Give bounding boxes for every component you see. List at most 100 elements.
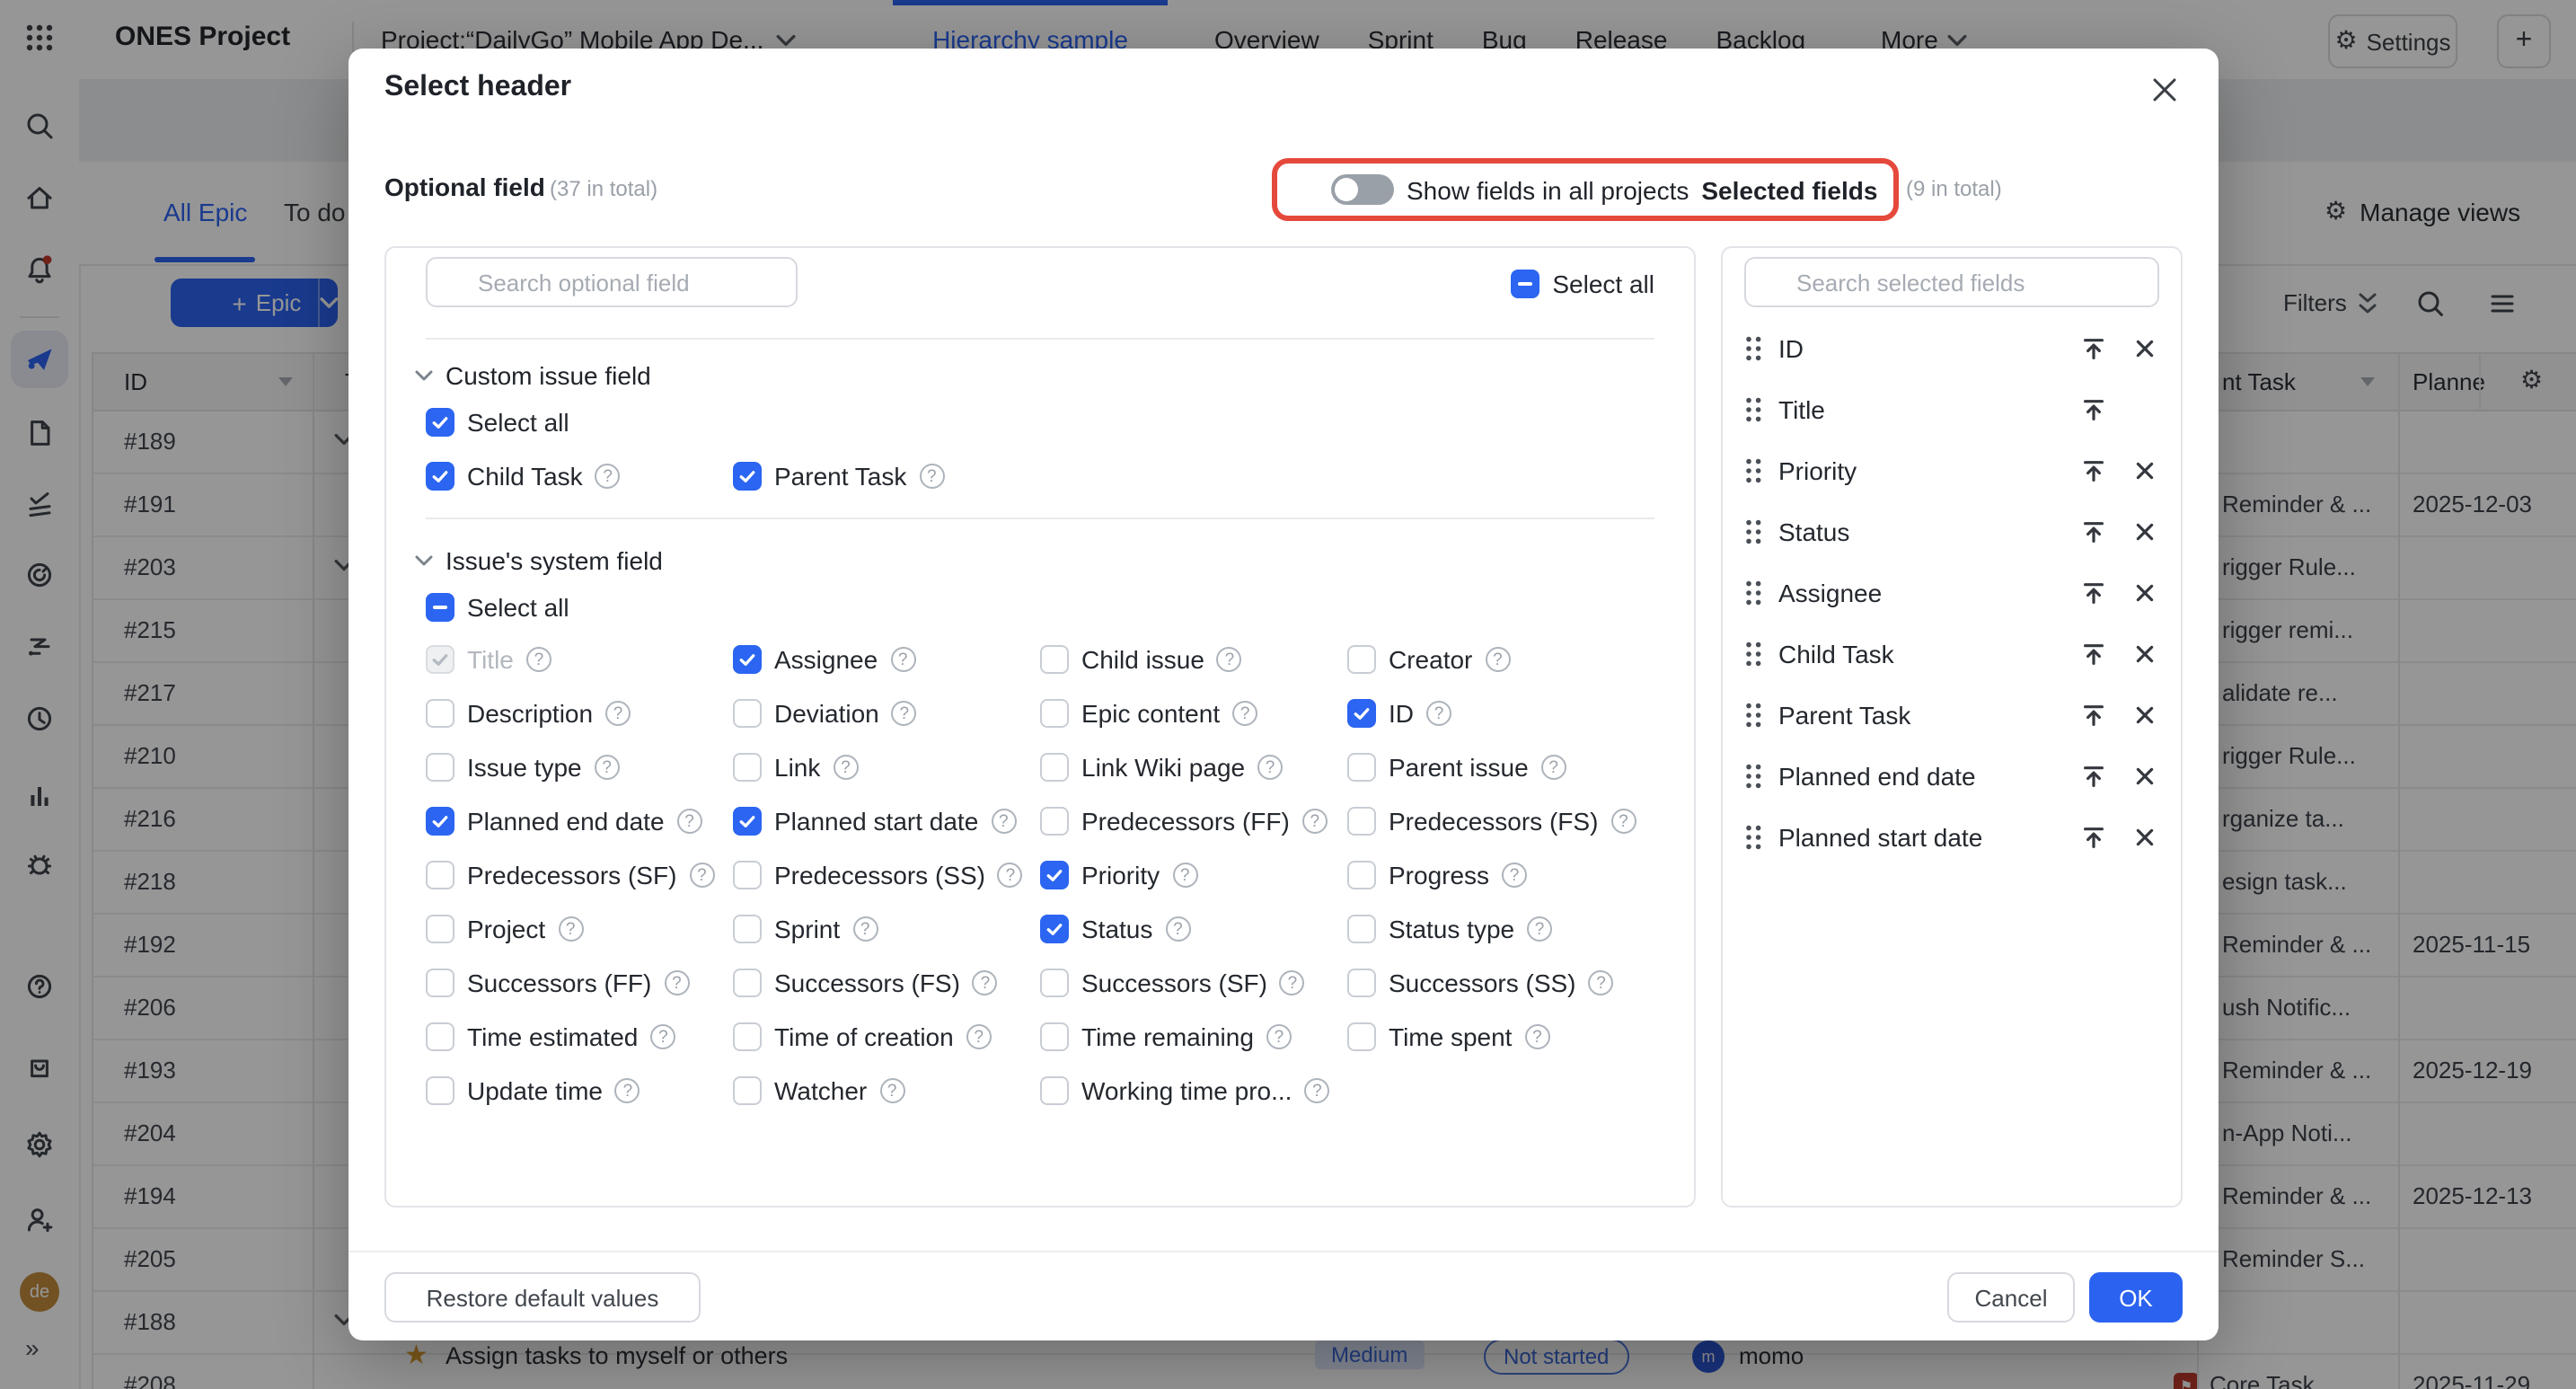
move-to-top-icon[interactable] [2080, 335, 2107, 362]
field-checkbox[interactable] [1040, 753, 1069, 782]
remove-field-icon[interactable] [2134, 643, 2156, 665]
drag-handle-icon[interactable] [1744, 334, 1762, 363]
selected-field-row[interactable]: ID [1723, 318, 2181, 379]
help-icon[interactable]: ? [1502, 863, 1528, 888]
show-all-projects-toggle[interactable] [1331, 174, 1394, 205]
help-icon[interactable]: ? [891, 701, 917, 726]
selected-field-row[interactable]: Planned end date [1723, 746, 2181, 807]
field-checkbox[interactable] [426, 969, 454, 997]
remove-field-icon[interactable] [2134, 521, 2156, 543]
help-icon[interactable]: ? [997, 863, 1023, 888]
move-to-top-icon[interactable] [2080, 579, 2107, 606]
section-issue-system-field[interactable]: Issue's system field [415, 541, 663, 580]
optional-field-item[interactable]: Epic content ? [1040, 699, 1347, 728]
optional-field-item[interactable]: Progress ? [1347, 861, 1654, 889]
optional-field-search-input[interactable] [426, 257, 798, 307]
field-checkbox[interactable] [1040, 969, 1069, 997]
optional-field-item[interactable]: Description ? [426, 699, 733, 728]
optional-field-item[interactable]: Time of creation ? [733, 1022, 1040, 1051]
optional-field-item[interactable]: Link Wiki page ? [1040, 753, 1347, 782]
help-icon[interactable]: ? [1540, 755, 1566, 780]
help-icon[interactable]: ? [595, 464, 621, 489]
field-checkbox[interactable] [733, 807, 762, 836]
selected-field-row[interactable]: Planned start date [1723, 807, 2181, 868]
help-icon[interactable]: ? [1610, 809, 1636, 834]
help-icon[interactable]: ? [991, 809, 1017, 834]
optional-field-item[interactable]: Priority ? [1040, 861, 1347, 889]
section-select-all-checkbox[interactable] [426, 593, 454, 622]
remove-field-icon[interactable] [2134, 338, 2156, 359]
move-to-top-icon[interactable] [2080, 702, 2107, 729]
field-checkbox[interactable] [426, 915, 454, 943]
section-custom-issue-field[interactable]: Custom issue field [415, 356, 651, 395]
help-icon[interactable]: ? [1301, 809, 1328, 834]
help-icon[interactable]: ? [1172, 863, 1198, 888]
move-to-top-icon[interactable] [2080, 641, 2107, 668]
section-select-all-checkbox[interactable] [426, 408, 454, 437]
field-checkbox[interactable] [1347, 753, 1376, 782]
move-to-top-icon[interactable] [2080, 518, 2107, 545]
optional-field-item[interactable]: Creator ? [1347, 645, 1654, 674]
help-icon[interactable]: ? [1216, 647, 1242, 672]
optional-field-item[interactable]: Status ? [1040, 915, 1347, 943]
drag-handle-icon[interactable] [1744, 823, 1762, 852]
remove-field-icon[interactable] [2134, 704, 2156, 726]
move-to-top-icon[interactable] [2080, 457, 2107, 484]
optional-field-item[interactable]: Project ? [426, 915, 733, 943]
help-icon[interactable]: ? [1527, 916, 1553, 942]
help-icon[interactable]: ? [852, 916, 878, 942]
help-icon[interactable]: ? [1232, 701, 1258, 726]
field-checkbox[interactable] [426, 699, 454, 728]
remove-field-icon[interactable] [2134, 460, 2156, 482]
section-select-all[interactable]: Select all [426, 588, 569, 627]
field-checkbox[interactable] [1040, 861, 1069, 889]
section-select-all[interactable]: Select all [426, 403, 569, 442]
optional-field-item[interactable]: Status type ? [1347, 915, 1654, 943]
field-checkbox[interactable] [733, 699, 762, 728]
field-checkbox[interactable] [426, 645, 454, 674]
field-checkbox[interactable] [733, 861, 762, 889]
help-icon[interactable]: ? [890, 647, 916, 672]
optional-field-item[interactable]: Successors (FS) ? [733, 969, 1040, 997]
optional-field-item[interactable]: Planned end date ? [426, 807, 733, 836]
field-checkbox[interactable] [426, 753, 454, 782]
optional-field-item[interactable]: Update time ? [426, 1076, 733, 1105]
field-checkbox[interactable] [426, 1076, 454, 1105]
field-checkbox[interactable] [733, 1022, 762, 1051]
optional-field-item[interactable]: Issue type ? [426, 753, 733, 782]
help-icon[interactable]: ? [966, 1024, 992, 1049]
field-checkbox[interactable] [1347, 807, 1376, 836]
help-icon[interactable]: ? [676, 809, 702, 834]
drag-handle-icon[interactable] [1744, 762, 1762, 791]
field-checkbox[interactable] [733, 1076, 762, 1105]
drag-handle-icon[interactable] [1744, 640, 1762, 668]
optional-field-item[interactable]: Successors (SF) ? [1040, 969, 1347, 997]
move-to-top-icon[interactable] [2080, 763, 2107, 790]
help-icon[interactable]: ? [689, 863, 715, 888]
help-icon[interactable]: ? [650, 1024, 676, 1049]
selected-field-row[interactable]: Parent Task [1723, 685, 2181, 746]
optional-field-item[interactable]: ID ? [1347, 699, 1654, 728]
optional-field-item[interactable]: Watcher ? [733, 1076, 1040, 1105]
field-checkbox[interactable] [733, 915, 762, 943]
remove-field-icon[interactable] [2134, 765, 2156, 787]
field-checkbox[interactable] [733, 462, 762, 491]
optional-field-item[interactable]: Time estimated ? [426, 1022, 733, 1051]
drag-handle-icon[interactable] [1744, 518, 1762, 546]
help-icon[interactable]: ? [1257, 755, 1284, 780]
field-checkbox[interactable] [1347, 915, 1376, 943]
selected-fields-search-input[interactable] [1744, 257, 2159, 307]
select-all-checkbox[interactable] [1511, 270, 1540, 298]
ok-button[interactable]: OK [2089, 1272, 2183, 1323]
move-to-top-icon[interactable] [2080, 824, 2107, 851]
field-checkbox[interactable] [1347, 861, 1376, 889]
help-icon[interactable]: ? [605, 701, 631, 726]
field-checkbox[interactable] [733, 753, 762, 782]
optional-field-item[interactable]: Successors (SS) ? [1347, 969, 1654, 997]
selected-field-row[interactable]: Status [1723, 501, 2181, 562]
optional-field-item[interactable]: Title ? [426, 645, 733, 674]
optional-field-item[interactable]: Deviation ? [733, 699, 1040, 728]
field-checkbox[interactable] [1040, 1022, 1069, 1051]
field-checkbox[interactable] [1347, 1022, 1376, 1051]
help-icon[interactable]: ? [833, 755, 859, 780]
